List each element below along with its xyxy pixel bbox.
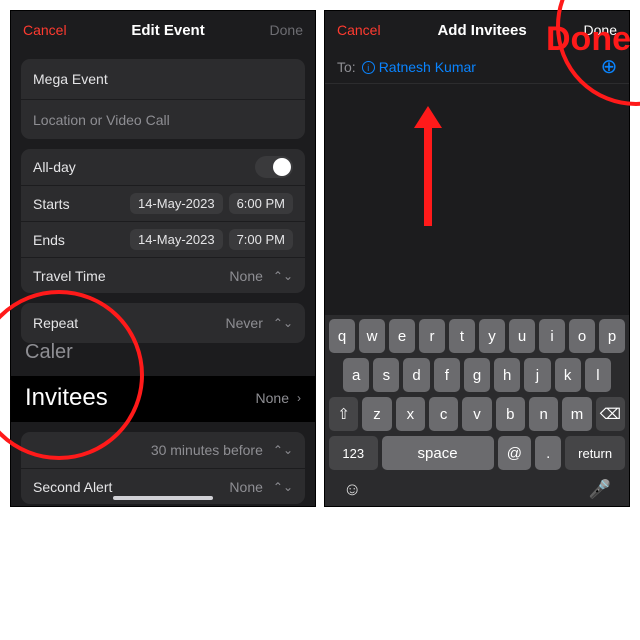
key-space[interactable]: space	[382, 436, 494, 470]
key-o[interactable]: o	[569, 319, 595, 353]
ends-label: Ends	[33, 232, 65, 248]
chevron-right-icon: ›	[297, 391, 301, 405]
group-datetime: All-day Starts 14-May-2023 6:00 PM Ends …	[21, 149, 305, 293]
key-shift[interactable]: ⇧	[329, 397, 358, 431]
allday-row: All-day	[21, 149, 305, 185]
key-at[interactable]: @	[498, 436, 532, 470]
key-row-4: 123 space @ . return	[329, 436, 625, 470]
key-row-1: q w e r t y u i o p	[329, 319, 625, 353]
travel-time-label: Travel Time	[33, 268, 106, 284]
updown-icon: ⌃⌄	[273, 269, 293, 283]
key-t[interactable]: t	[449, 319, 475, 353]
allday-toggle[interactable]	[255, 156, 293, 178]
second-alert-value: None	[229, 479, 262, 495]
travel-time-value: None⌃⌄	[229, 268, 293, 284]
ends-date[interactable]: 14-May-2023	[130, 229, 223, 250]
updown-icon: ⌃⌄	[273, 443, 293, 457]
key-f[interactable]: f	[434, 358, 460, 392]
screen-edit-event: Cancel Edit Event Done Mega Event Locati…	[10, 10, 316, 507]
key-v[interactable]: v	[462, 397, 491, 431]
invitees-value: None ›	[256, 390, 301, 406]
starts-date[interactable]: 14-May-2023	[130, 193, 223, 214]
key-row-3: ⇧ z x c v b n m ⌫	[329, 397, 625, 431]
location-field[interactable]: Location or Video Call	[21, 99, 305, 139]
done-button-disabled: Done	[270, 22, 303, 38]
key-b[interactable]: b	[496, 397, 525, 431]
alert-value: 30 minutes before	[151, 442, 263, 458]
updown-icon: ⌃⌄	[273, 316, 293, 330]
key-h[interactable]: h	[494, 358, 520, 392]
key-k[interactable]: k	[555, 358, 581, 392]
repeat-label: Repeat	[33, 315, 78, 331]
cancel-button[interactable]: Cancel	[23, 22, 67, 38]
starts-time[interactable]: 6:00 PM	[229, 193, 293, 214]
key-123[interactable]: 123	[329, 436, 378, 470]
starts-label: Starts	[33, 196, 70, 212]
screen-add-invitees: Cancel Add Invitees Done To: i Ratnesh K…	[324, 10, 630, 507]
invitee-chip-name: Ratnesh Kumar	[379, 59, 476, 75]
starts-row[interactable]: Starts 14-May-2023 6:00 PM	[21, 185, 305, 221]
repeat-value: Never⌃⌄	[226, 315, 293, 331]
nav-bar-right: Cancel Add Invitees Done	[325, 11, 629, 49]
group-repeat: Repeat Never⌃⌄	[21, 303, 305, 343]
alert-row[interactable]: 30 minutes before ⌃⌄	[21, 432, 305, 468]
nav-title: Edit Event	[131, 22, 204, 39]
key-s[interactable]: s	[373, 358, 399, 392]
repeat-row[interactable]: Repeat Never⌃⌄	[21, 303, 305, 343]
updown-icon: ⌃⌄	[273, 480, 293, 494]
location-placeholder: Location or Video Call	[33, 112, 170, 128]
info-icon: i	[362, 61, 375, 74]
key-w[interactable]: w	[359, 319, 385, 353]
ends-time[interactable]: 7:00 PM	[229, 229, 293, 250]
event-title-field[interactable]: Mega Event	[21, 59, 305, 99]
key-i[interactable]: i	[539, 319, 565, 353]
key-e[interactable]: e	[389, 319, 415, 353]
travel-time-row[interactable]: Travel Time None⌃⌄	[21, 257, 305, 293]
event-title-value: Mega Event	[33, 71, 108, 87]
key-q[interactable]: q	[329, 319, 355, 353]
add-contact-button[interactable]: ⊕	[599, 57, 619, 77]
key-d[interactable]: d	[403, 358, 429, 392]
key-a[interactable]: a	[343, 358, 369, 392]
emoji-button[interactable]: ☺	[343, 479, 361, 500]
key-c[interactable]: c	[429, 397, 458, 431]
keyboard: q w e r t y u i o p a s d f g h j k l ⇧ …	[325, 315, 629, 506]
key-return[interactable]: return	[565, 436, 625, 470]
key-j[interactable]: j	[524, 358, 550, 392]
nav-bar-left: Cancel Edit Event Done	[11, 11, 315, 49]
key-dot[interactable]: .	[535, 436, 561, 470]
key-backspace[interactable]: ⌫	[596, 397, 625, 431]
group-alerts: 30 minutes before ⌃⌄ Second Alert None ⌃⌄	[21, 432, 305, 504]
key-g[interactable]: g	[464, 358, 490, 392]
key-m[interactable]: m	[562, 397, 591, 431]
done-button[interactable]: Done	[584, 22, 617, 38]
to-field[interactable]: To: i Ratnesh Kumar	[325, 49, 629, 84]
ends-value: 14-May-2023 7:00 PM	[130, 229, 293, 250]
key-y[interactable]: y	[479, 319, 505, 353]
nav-title: Add Invitees	[437, 22, 526, 39]
allday-label: All-day	[33, 159, 76, 175]
cancel-button[interactable]: Cancel	[337, 22, 381, 38]
key-l[interactable]: l	[585, 358, 611, 392]
keyboard-bottom-bar: ☺ 🎤	[329, 475, 625, 502]
invitees-row[interactable]: Invitees None ›	[11, 364, 315, 422]
key-n[interactable]: n	[529, 397, 558, 431]
key-row-2: a s d f g h j k l	[329, 358, 625, 392]
starts-value: 14-May-2023 6:00 PM	[130, 193, 293, 214]
ends-row[interactable]: Ends 14-May-2023 7:00 PM	[21, 221, 305, 257]
key-u[interactable]: u	[509, 319, 535, 353]
second-alert-label: Second Alert	[33, 479, 112, 495]
invitees-label: Invitees	[25, 384, 108, 412]
group-title-location: Mega Event Location or Video Call	[21, 59, 305, 139]
key-z[interactable]: z	[362, 397, 391, 431]
key-r[interactable]: r	[419, 319, 445, 353]
invitee-chip[interactable]: i Ratnesh Kumar	[362, 59, 476, 75]
to-label: To:	[337, 59, 356, 75]
key-p[interactable]: p	[599, 319, 625, 353]
calendar-row-cropped[interactable]: Caler	[11, 341, 315, 364]
home-indicator[interactable]	[113, 496, 213, 500]
dictate-button[interactable]: 🎤	[589, 479, 611, 500]
key-x[interactable]: x	[396, 397, 425, 431]
